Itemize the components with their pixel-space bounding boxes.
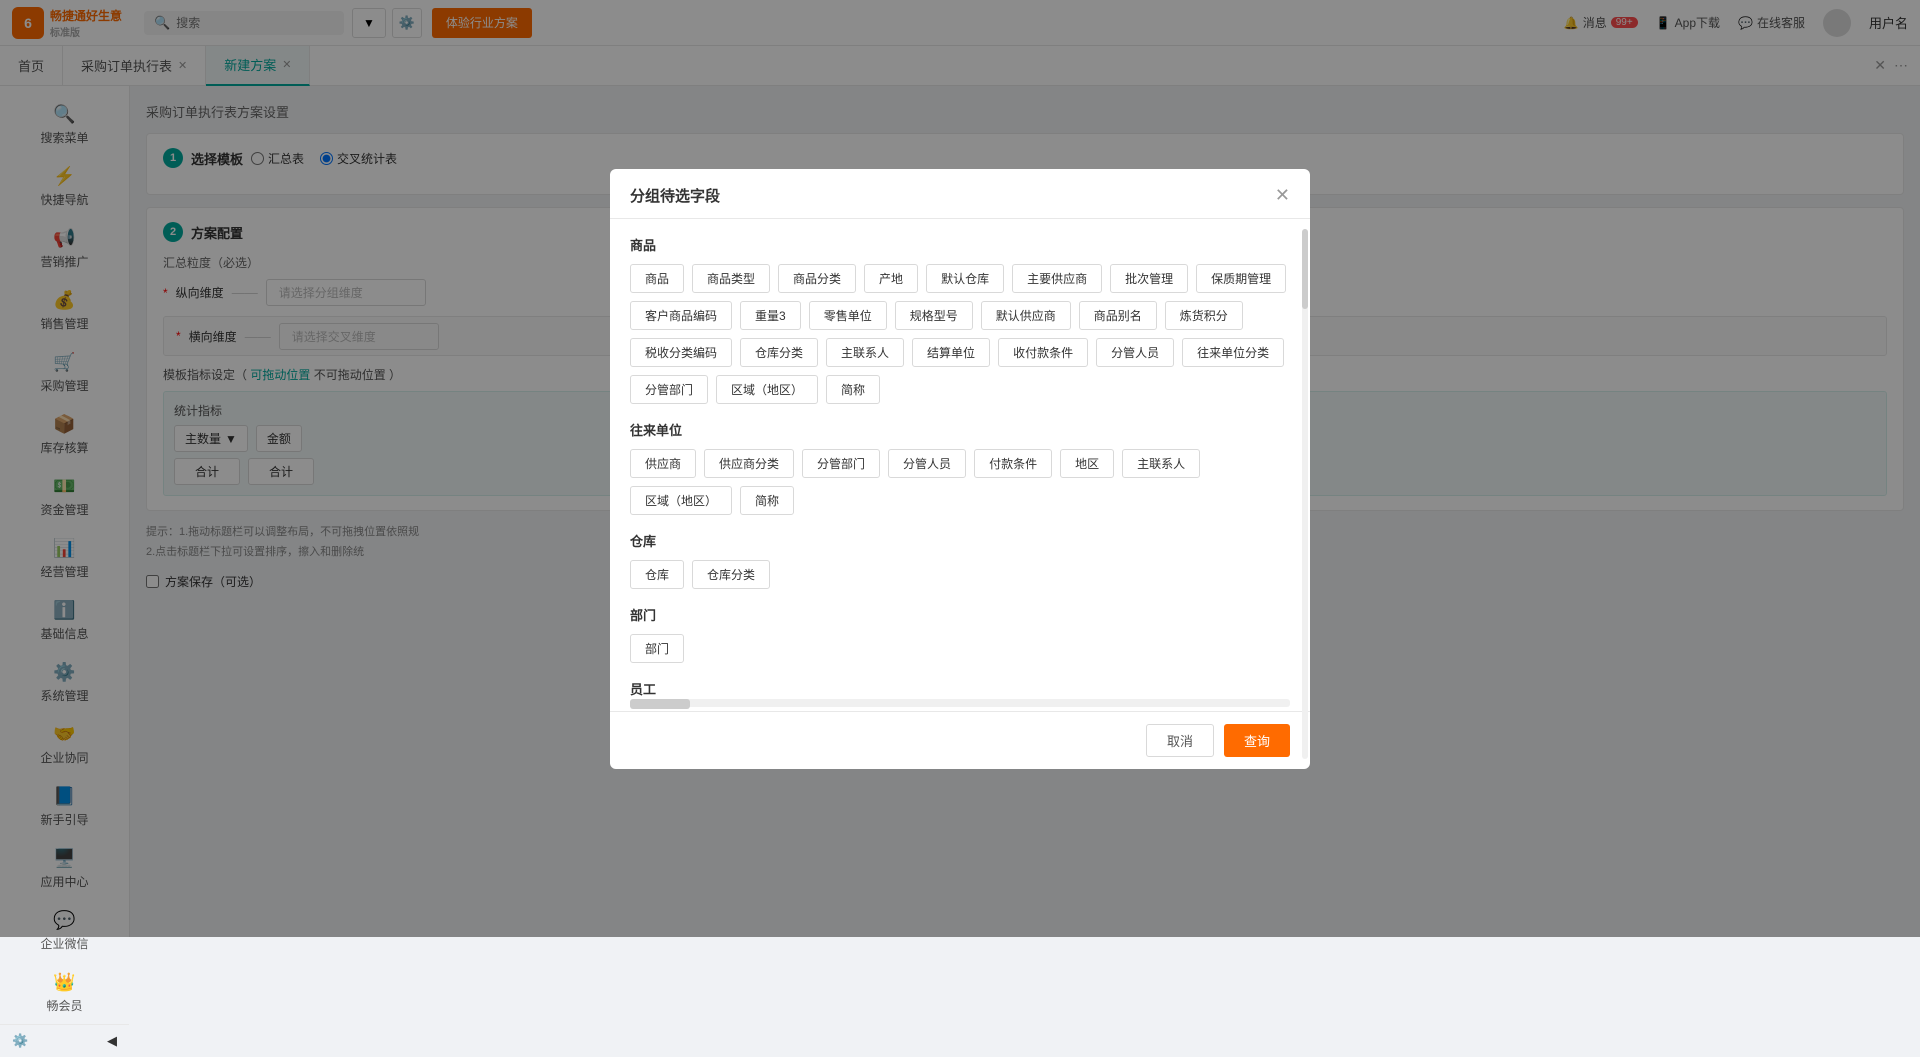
sidebar-collapse-icon[interactable]: ◀ [107, 1033, 117, 1049]
field-tag[interactable]: 保质期管理 [1196, 264, 1286, 293]
field-tag[interactable]: 区域（地区） [630, 486, 732, 515]
field-select-modal: 分组待选字段 ✕ 商品商品商品类型商品分类产地默认仓库主要供应商批次管理保质期管… [610, 169, 1310, 769]
field-tag[interactable]: 分管人员 [1096, 338, 1174, 367]
field-tag[interactable]: 往来单位分类 [1182, 338, 1284, 367]
field-tag[interactable]: 零售单位 [809, 301, 887, 330]
field-tag[interactable]: 批次管理 [1110, 264, 1188, 293]
field-tag[interactable]: 仓库分类 [740, 338, 818, 367]
modal-hscroll-thumb [630, 699, 690, 709]
field-section-title-员工: 员工 [630, 679, 1290, 698]
field-tag[interactable]: 重量3 [740, 301, 801, 330]
field-tag[interactable]: 默认供应商 [981, 301, 1071, 330]
field-tag[interactable]: 供应商分类 [704, 449, 794, 478]
field-tag[interactable]: 客户商品编码 [630, 301, 732, 330]
sidebar-bottom: ⚙️ ◀ [0, 1024, 129, 1057]
field-tag[interactable]: 供应商 [630, 449, 696, 478]
field-tag[interactable]: 仓库分类 [692, 560, 770, 589]
field-tag[interactable]: 区域（地区） [716, 375, 818, 404]
modal-overlay: 分组待选字段 ✕ 商品商品商品类型商品分类产地默认仓库主要供应商批次管理保质期管… [0, 0, 1920, 937]
field-section-往来单位: 往来单位供应商供应商分类分管部门分管人员付款条件地区主联系人区域（地区） 简称 [630, 420, 1290, 515]
modal-title: 分组待选字段 [630, 185, 720, 206]
field-tag[interactable]: 税收分类编码 [630, 338, 732, 367]
modal-header: 分组待选字段 ✕ [610, 169, 1310, 219]
field-section-title-往来单位: 往来单位 [630, 420, 1290, 439]
field-tag[interactable]: 默认仓库 [926, 264, 1004, 293]
field-tag[interactable]: 地区 [1060, 449, 1114, 478]
field-tag[interactable]: 简称 [740, 486, 794, 515]
field-tag[interactable]: 部门 [630, 634, 684, 663]
field-tags-仓库: 仓库仓库分类 [630, 560, 1290, 589]
vip-icon: 👑 [53, 972, 75, 993]
field-tag[interactable]: 主联系人 [826, 338, 904, 367]
modal-footer: 取消 查询 [610, 711, 1310, 769]
field-section-title-商品: 商品 [630, 235, 1290, 254]
field-tag[interactable]: 结算单位 [912, 338, 990, 367]
field-tag[interactable]: 规格型号 [895, 301, 973, 330]
field-section-商品: 商品商品商品类型商品分类产地默认仓库主要供应商批次管理保质期管理客户商品编码重量… [630, 235, 1290, 404]
field-tag[interactable]: 商品 [630, 264, 684, 293]
modal-scrollbar-track [1302, 229, 1308, 759]
modal-scrollbar-thumb [1302, 229, 1308, 309]
field-tags-商品: 商品商品类型商品分类产地默认仓库主要供应商批次管理保质期管理客户商品编码重量3 零… [630, 264, 1290, 404]
cancel-button[interactable]: 取消 [1146, 724, 1214, 757]
field-tag[interactable]: 分管部门 [802, 449, 880, 478]
field-tag[interactable]: 分管部门 [630, 375, 708, 404]
sidebar-settings-icon[interactable]: ⚙️ [12, 1033, 28, 1049]
field-section-title-仓库: 仓库 [630, 531, 1290, 550]
field-tag[interactable]: 分管人员 [888, 449, 966, 478]
field-tag[interactable]: 商品类型 [692, 264, 770, 293]
field-tag[interactable]: 付款条件 [974, 449, 1052, 478]
field-tag[interactable]: 商品别名 [1079, 301, 1157, 330]
sidebar-label-wechat: 企业微信 [40, 935, 88, 952]
field-tag[interactable]: 主要供应商 [1012, 264, 1102, 293]
field-tag[interactable]: 收付款条件 [998, 338, 1088, 367]
field-tags-部门: 部门 [630, 634, 1290, 663]
sidebar-item-vip[interactable]: 👑 畅会员 [0, 962, 129, 1024]
field-section-员工: 员工业务员 [630, 679, 1290, 699]
field-section-title-部门: 部门 [630, 605, 1290, 624]
field-section-部门: 部门部门 [630, 605, 1290, 663]
field-tag[interactable]: 简称 [826, 375, 880, 404]
field-tag[interactable]: 商品分类 [778, 264, 856, 293]
field-tags-往来单位: 供应商供应商分类分管部门分管人员付款条件地区主联系人区域（地区） 简称 [630, 449, 1290, 515]
field-tag[interactable]: 主联系人 [1122, 449, 1200, 478]
modal-body: 商品商品商品类型商品分类产地默认仓库主要供应商批次管理保质期管理客户商品编码重量… [610, 219, 1310, 699]
field-tag[interactable]: 炼货积分 [1165, 301, 1243, 330]
confirm-button[interactable]: 查询 [1224, 724, 1290, 757]
field-tag[interactable]: 产地 [864, 264, 918, 293]
field-section-仓库: 仓库仓库仓库分类 [630, 531, 1290, 589]
sidebar-label-vip: 畅会员 [46, 997, 82, 1014]
modal-close-icon[interactable]: ✕ [1275, 185, 1290, 206]
field-tag[interactable]: 仓库 [630, 560, 684, 589]
modal-horizontal-scrollbar[interactable] [630, 699, 1290, 707]
